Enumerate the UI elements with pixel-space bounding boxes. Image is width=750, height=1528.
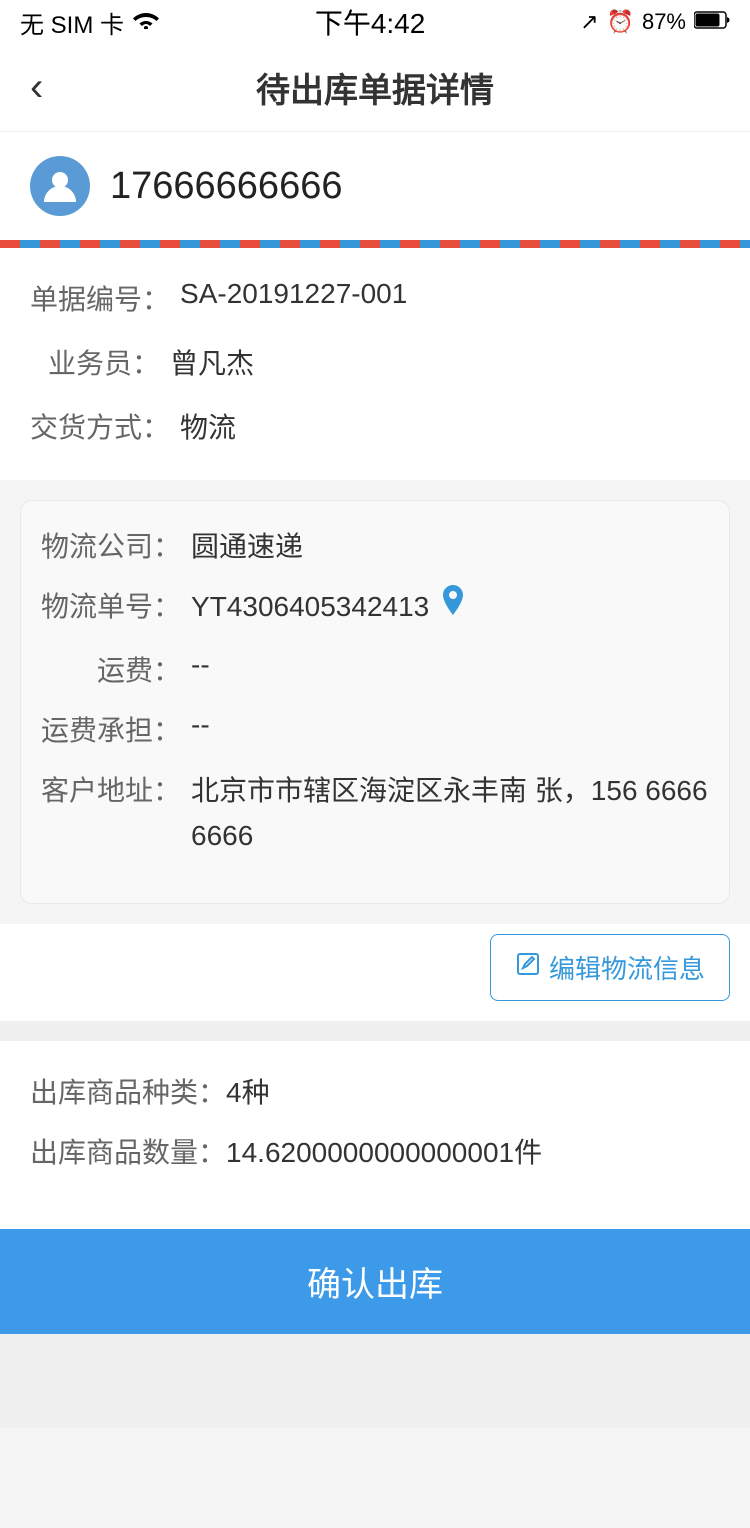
document-number-value: SA-20191227-001 bbox=[180, 278, 720, 310]
dashed-divider bbox=[0, 240, 750, 248]
edit-logistics-button[interactable]: 编辑物流信息 bbox=[490, 934, 730, 1001]
goods-section: 出库商品种类： 4种 出库商品数量： 14.620000000000000​1件 bbox=[0, 1041, 750, 1221]
logistics-company-value: 圆通速递 bbox=[191, 525, 709, 565]
customer-address-value: 北京市市辖区海淀区永丰南 张，156 6666 6666 bbox=[191, 769, 709, 859]
phone-header: 17666666666 bbox=[0, 132, 750, 240]
status-right: ↗ ⏰ 87% bbox=[580, 9, 730, 35]
edit-logistics-label: 编辑物流信息 bbox=[549, 949, 705, 986]
logistics-company-label: 物流公司： bbox=[41, 525, 191, 565]
freight-value: -- bbox=[191, 649, 709, 681]
delivery-method-row: 交货方式： 物流 bbox=[30, 406, 720, 446]
tracking-number-row: 物流单号： YT43064053424​13 bbox=[41, 585, 709, 629]
sales-person-label: 业务员： bbox=[30, 342, 170, 382]
tracking-number-value: YT43064053424​13 bbox=[191, 585, 709, 629]
phone-number: 17666666666 bbox=[110, 165, 342, 208]
goods-type-row: 出库商品种类： 4种 bbox=[30, 1071, 720, 1111]
section-divider bbox=[0, 1021, 750, 1041]
status-left: 无 SIM 卡 bbox=[20, 5, 160, 40]
battery-text: 87% bbox=[642, 9, 686, 35]
confirm-button-container: 确认出库 bbox=[0, 1229, 750, 1334]
carrier-text: 无 SIM 卡 bbox=[20, 5, 124, 40]
sales-person-value: 曾凡杰 bbox=[170, 342, 720, 382]
nav-bar: ‹ 待出库单据详情 bbox=[0, 44, 750, 132]
battery-icon bbox=[694, 9, 730, 35]
edit-logistics-icon bbox=[515, 951, 541, 984]
wifi-icon bbox=[132, 8, 160, 36]
goods-quantity-row: 出库商品数量： 14.620000000000000​1件 bbox=[30, 1131, 720, 1171]
freight-row: 运费： -- bbox=[41, 649, 709, 689]
avatar bbox=[30, 156, 90, 216]
delivery-method-label: 交货方式： bbox=[30, 406, 180, 446]
logistics-card: 物流公司： 圆通速递 物流单号： YT43064053424​13 运费： -- bbox=[20, 500, 730, 904]
freight-bearer-row: 运费承担： -- bbox=[41, 709, 709, 749]
status-time: 下午4:42 bbox=[315, 2, 426, 42]
goods-type-value: 4种 bbox=[226, 1071, 270, 1111]
status-bar: 无 SIM 卡 下午4:42 ↗ ⏰ 87% bbox=[0, 0, 750, 44]
freight-bearer-value: -- bbox=[191, 709, 709, 741]
document-number-label: 单据编号： bbox=[30, 278, 180, 318]
freight-bearer-label: 运费承担： bbox=[41, 709, 191, 749]
goods-type-label: 出库商品种类： bbox=[30, 1071, 226, 1111]
tracking-location-icon[interactable] bbox=[439, 585, 467, 629]
confirm-outbound-button[interactable]: 确认出库 bbox=[0, 1257, 750, 1306]
delivery-method-value: 物流 bbox=[180, 406, 720, 446]
goods-quantity-value: 14.620000000000000​1件 bbox=[226, 1131, 542, 1171]
tracking-number-label: 物流单号： bbox=[41, 585, 191, 625]
goods-quantity-label: 出库商品数量： bbox=[30, 1131, 226, 1171]
freight-label: 运费： bbox=[41, 649, 191, 689]
customer-address-row: 客户地址： 北京市市辖区海淀区永丰南 张，156 6666 6666 bbox=[41, 769, 709, 859]
basic-info-section: 单据编号： SA-20191227-001 业务员： 曾凡杰 交货方式： 物流 bbox=[0, 248, 750, 480]
page-title: 待出库单据详情 bbox=[256, 63, 494, 112]
back-button[interactable]: ‹ bbox=[30, 65, 43, 110]
sales-person-row: 业务员： 曾凡杰 bbox=[30, 342, 720, 382]
customer-address-label: 客户地址： bbox=[41, 769, 191, 809]
location-status-icon: ↗ bbox=[580, 9, 598, 35]
bottom-spacer bbox=[0, 1328, 750, 1428]
document-number-row: 单据编号： SA-20191227-001 bbox=[30, 278, 720, 318]
edit-button-container: 编辑物流信息 bbox=[0, 924, 750, 1021]
logistics-company-row: 物流公司： 圆通速递 bbox=[41, 525, 709, 565]
alarm-icon: ⏰ bbox=[607, 9, 634, 35]
